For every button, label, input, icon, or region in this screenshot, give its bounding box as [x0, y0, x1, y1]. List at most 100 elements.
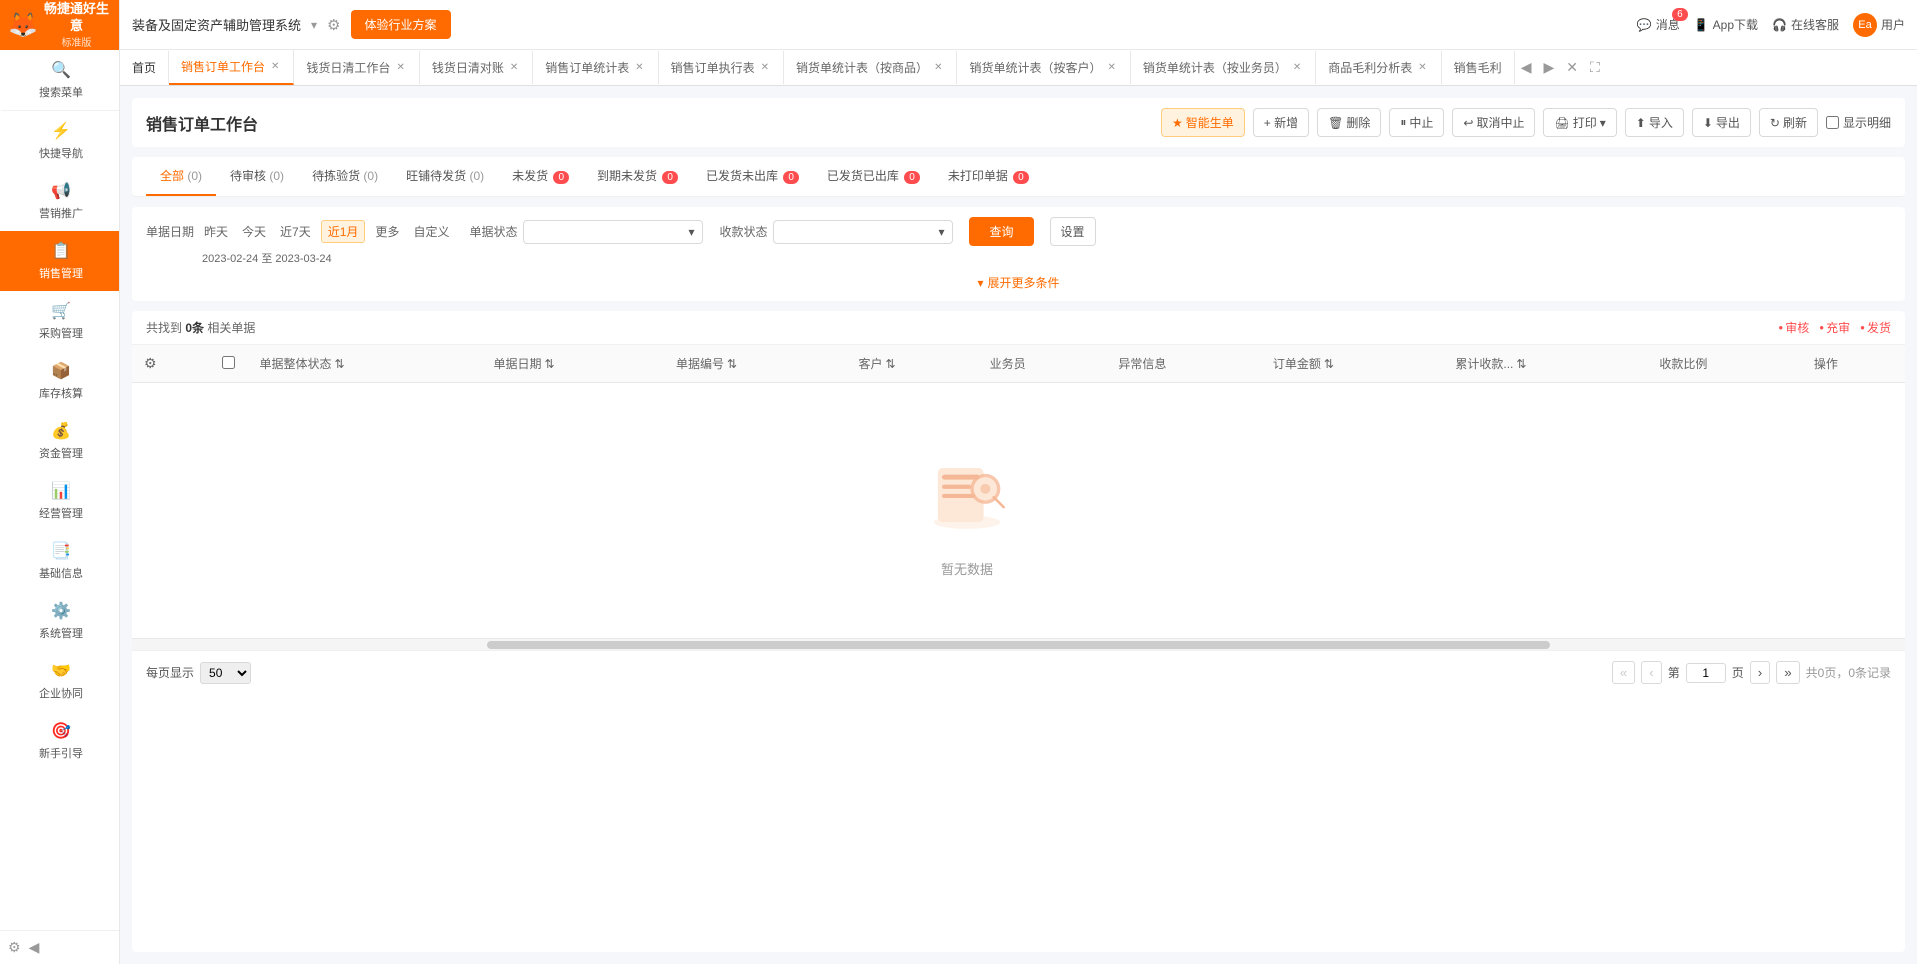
settings-bottom-icon[interactable]: ⚙ — [8, 939, 21, 956]
date-today[interactable]: 今天 — [238, 221, 270, 242]
tab-close-all[interactable]: ✕ — [1560, 59, 1584, 76]
scrollbar-thumb[interactable] — [487, 641, 1551, 649]
th-settings[interactable]: ⚙ — [132, 345, 210, 383]
collapse-icon[interactable]: ◀ — [29, 939, 40, 956]
sidebar-quick-nav-label: 快捷导航 — [39, 145, 83, 161]
sidebar-item-basic-info[interactable]: 📑 基础信息 — [0, 531, 119, 591]
settings-filter-button[interactable]: 设置 — [1050, 217, 1096, 246]
date-yesterday[interactable]: 昨天 — [200, 221, 232, 242]
status-select[interactable]: ▾ — [523, 220, 703, 244]
add-button[interactable]: + 新增 — [1253, 108, 1309, 137]
tab-scroll-left[interactable]: ◀ — [1515, 59, 1538, 76]
app-download-btn[interactable]: 📱 App下载 — [1694, 16, 1758, 33]
tab-by-customer[interactable]: 销货单统计表（按客户） ✕ — [957, 51, 1130, 84]
sub-tab-not-shipped[interactable]: 未发货 0 — [498, 157, 583, 196]
payment-select[interactable]: ▾ — [773, 220, 953, 244]
delete-button[interactable]: 🗑 删除 — [1317, 108, 1381, 137]
sidebar-item-enterprise[interactable]: 🤝 企业协同 — [0, 651, 119, 711]
sort-icon-date[interactable]: ⇅ — [544, 357, 554, 371]
current-page-input[interactable] — [1686, 663, 1726, 683]
sidebar-item-operation[interactable]: 📊 经营管理 — [0, 471, 119, 531]
sub-tab-pending-review[interactable]: 待审核 (0) — [216, 157, 298, 196]
page-size-select[interactable]: 20 50 100 200 — [200, 662, 251, 684]
sub-tab-pending-check[interactable]: 待拣验货 (0) — [298, 157, 392, 196]
smart-create-button[interactable]: ★ 智能生单 — [1161, 108, 1245, 137]
tab-sales-exec[interactable]: 销售订单执行表 ✕ — [659, 51, 784, 84]
tab-sales-order[interactable]: 销售订单工作台 ✕ — [169, 50, 294, 85]
undo-review-action[interactable]: 充审 — [1819, 319, 1850, 336]
sub-tab-shipped-not-stored[interactable]: 已发货未出库 0 — [692, 157, 813, 196]
tab-by-customer-close[interactable]: ✕ — [1105, 61, 1117, 74]
tab-fullscreen[interactable]: ⛶ — [1584, 59, 1606, 76]
sort-icon-amount[interactable]: ⇅ — [1324, 357, 1334, 371]
sort-icon-status[interactable]: ⇅ — [334, 357, 344, 371]
sidebar-item-sales[interactable]: 📋 销售管理 — [0, 231, 119, 291]
show-detail-input[interactable] — [1826, 116, 1839, 129]
sub-tab-wangpu[interactable]: 旺铺待发货 (0) — [392, 157, 498, 196]
import-button[interactable]: ⬆ 导入 — [1625, 108, 1684, 137]
prev-page-btn[interactable]: ‹ — [1641, 661, 1661, 684]
sub-tab-shipped-stored[interactable]: 已发货已出库 0 — [813, 157, 934, 196]
date-more[interactable]: 更多 — [371, 221, 403, 242]
sub-tab-all[interactable]: 全部 (0) — [146, 157, 216, 196]
tab-sales-order-close[interactable]: ✕ — [269, 60, 281, 73]
select-all-checkbox[interactable] — [222, 356, 235, 369]
sidebar-item-stock[interactable]: 📦 库存核算 — [0, 351, 119, 411]
tab-sales-exec-close[interactable]: ✕ — [759, 61, 771, 74]
enterprise-icon: 🤝 — [51, 661, 71, 681]
sidebar-item-quick-nav[interactable]: ⚡ 快捷导航 — [0, 111, 119, 171]
date-custom[interactable]: 自定义 — [409, 221, 453, 242]
tab-scroll-right[interactable]: ▶ — [1537, 59, 1560, 76]
sidebar-search[interactable]: 🔍 搜索菜单 — [0, 50, 119, 111]
print-icon: 🖨 — [1554, 116, 1569, 130]
sub-tab-overdue[interactable]: 到期未发货 0 — [583, 157, 692, 196]
tab-sales-gross[interactable]: 销售毛利 — [1442, 51, 1515, 84]
tab-home[interactable]: 首页 — [120, 51, 169, 84]
suspend-button[interactable]: ⏸ 中止 — [1389, 108, 1444, 137]
tab-cash-account[interactable]: 钱货日清对账 ✕ — [420, 51, 533, 84]
query-button[interactable]: 查询 — [969, 217, 1033, 246]
topbar-gear-icon[interactable]: ⚙ — [327, 16, 340, 34]
refresh-button[interactable]: ↻ 刷新 — [1759, 108, 1818, 137]
date-7days[interactable]: 近7天 — [276, 221, 315, 242]
sort-icon-no[interactable]: ⇅ — [727, 357, 737, 371]
tab-sales-stats-close[interactable]: ✕ — [633, 61, 645, 74]
sort-icon-customer[interactable]: ⇅ — [886, 357, 896, 371]
online-service-btn[interactable]: 🎧 在线客服 — [1772, 16, 1839, 33]
print-button[interactable]: 🖨 打印 ▾ — [1543, 108, 1616, 137]
tab-by-staff[interactable]: 销货单统计表（按业务员） ✕ — [1131, 51, 1316, 84]
show-detail-checkbox[interactable]: 显示明细 — [1826, 114, 1891, 131]
sub-tab-not-printed[interactable]: 未打印单据 0 — [934, 157, 1043, 196]
tab-margin[interactable]: 商品毛利分析表 ✕ — [1316, 51, 1441, 84]
date-1month[interactable]: 近1月 — [321, 220, 366, 243]
th-checkbox[interactable] — [210, 345, 247, 383]
sidebar-item-finance[interactable]: 💰 资金管理 — [0, 411, 119, 471]
tab-sales-stats[interactable]: 销售订单统计表 ✕ — [533, 51, 658, 84]
horizontal-scrollbar[interactable] — [132, 638, 1905, 650]
tab-by-product[interactable]: 销货单统计表（按商品） ✕ — [784, 51, 957, 84]
last-page-btn[interactable]: » — [1776, 661, 1799, 684]
review-action[interactable]: 审核 — [1778, 319, 1809, 336]
topbar-dropdown-arrow[interactable]: ▾ — [311, 18, 317, 32]
payment-filter-label: 收款状态 — [719, 223, 767, 240]
industry-plan-button[interactable]: 体验行业方案 — [351, 10, 451, 39]
tab-margin-close[interactable]: ✕ — [1416, 61, 1428, 74]
first-page-btn[interactable]: « — [1612, 661, 1635, 684]
tab-by-staff-close[interactable]: ✕ — [1291, 61, 1303, 74]
next-page-btn[interactable]: › — [1750, 661, 1770, 684]
export-button[interactable]: ⬇ 导出 — [1692, 108, 1751, 137]
tab-by-product-close[interactable]: ✕ — [932, 61, 944, 74]
sidebar-item-guide[interactable]: 🎯 新手引导 — [0, 711, 119, 771]
tab-cash-daily-close[interactable]: ✕ — [394, 61, 406, 74]
sidebar-item-system[interactable]: ⚙️ 系统管理 — [0, 591, 119, 651]
sidebar-item-purchase[interactable]: 🛒 采购管理 — [0, 291, 119, 351]
tab-cash-daily[interactable]: 钱货日清工作台 ✕ — [294, 51, 419, 84]
tab-cash-account-close[interactable]: ✕ — [508, 61, 520, 74]
sort-icon-collected[interactable]: ⇅ — [1516, 357, 1526, 371]
expand-filter-btn[interactable]: ▾ 展开更多条件 — [146, 274, 1891, 291]
user-menu-btn[interactable]: Ea 用户 — [1853, 13, 1905, 37]
sidebar-item-marketing[interactable]: 📢 营销推广 — [0, 171, 119, 231]
ship-action[interactable]: 发货 — [1860, 319, 1891, 336]
message-btn[interactable]: 💬 消息 6 — [1637, 16, 1680, 33]
cancel-suspend-button[interactable]: ↩ 取消中止 — [1452, 108, 1535, 137]
